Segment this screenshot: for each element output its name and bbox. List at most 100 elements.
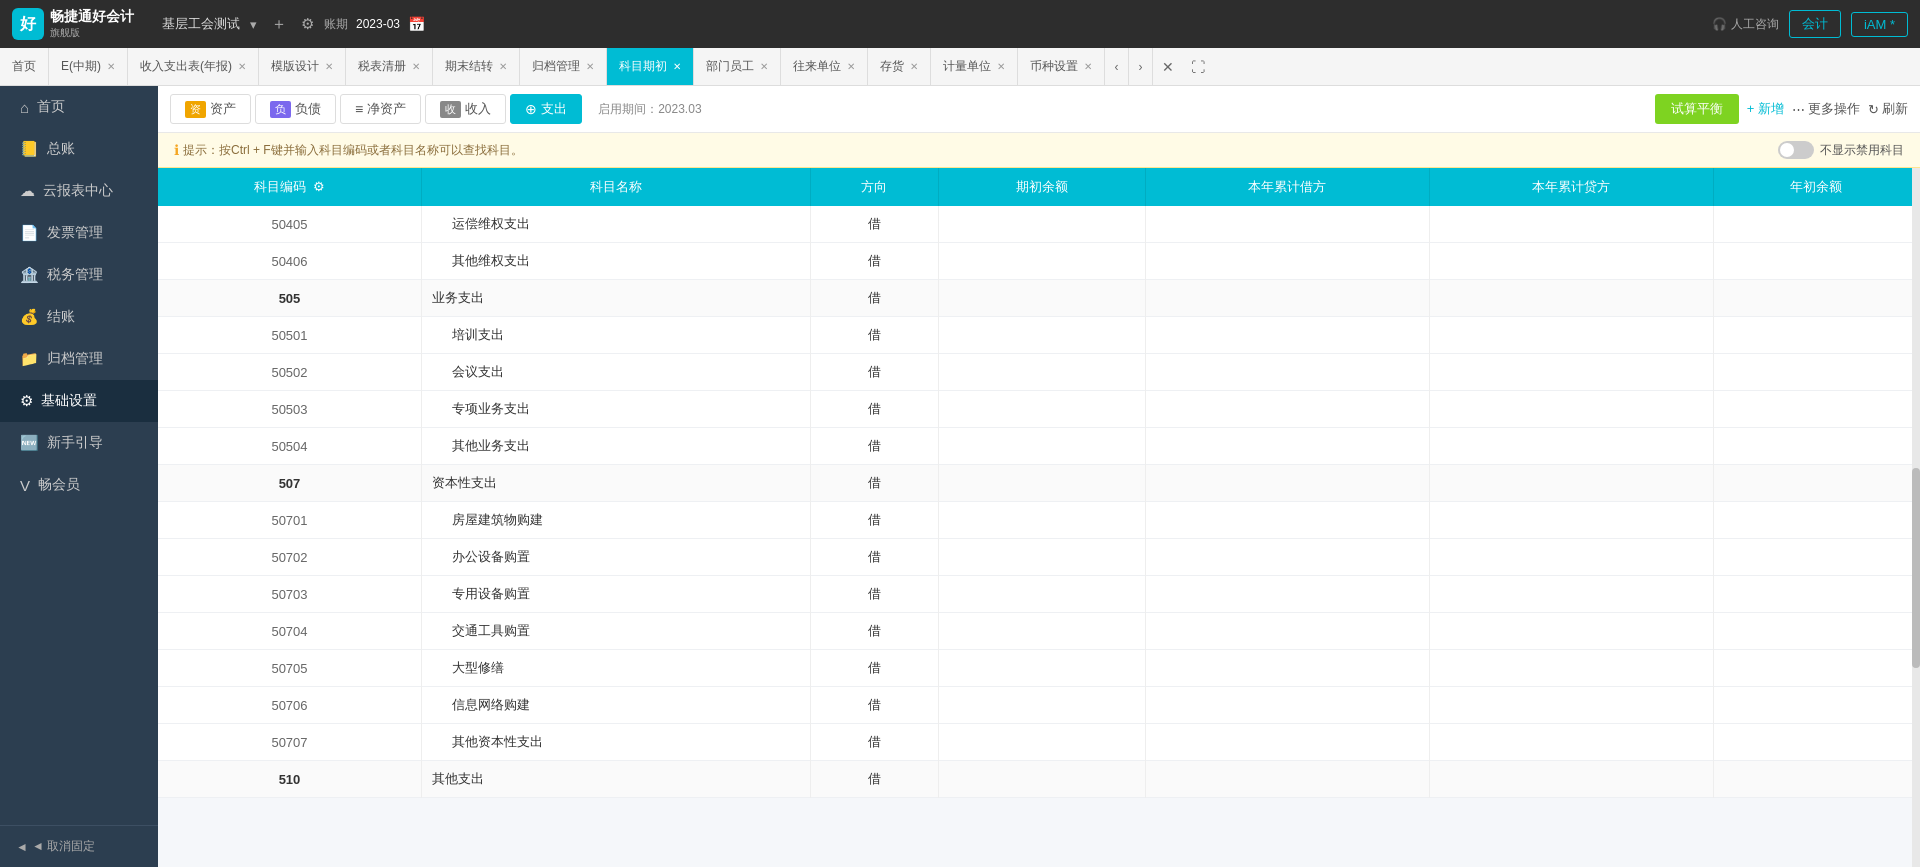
tab-period-end-close[interactable]: ✕ xyxy=(499,61,507,72)
sidebar-item-tax[interactable]: 🏦 税务管理 xyxy=(0,254,158,296)
sidebar-item-invoice[interactable]: 📄 发票管理 xyxy=(0,212,158,254)
tab-unit-close[interactable]: ✕ xyxy=(997,61,1005,72)
table-row[interactable]: 50406 其他维权支出 借 xyxy=(158,243,1920,280)
cell-credit xyxy=(1429,391,1713,428)
tab-balance-mid-close[interactable]: ✕ xyxy=(107,61,115,72)
tab-prev-button[interactable]: ‹ xyxy=(1105,48,1129,85)
table-row[interactable]: 50704 交通工具购置 借 xyxy=(158,613,1920,650)
settings-icon[interactable]: ⚙ xyxy=(301,15,314,33)
tab-close-all-button[interactable]: ✕ xyxy=(1153,48,1183,85)
sidebar-item-tax-label: 税务管理 xyxy=(47,266,103,284)
more-actions-button[interactable]: ⋯ 更多操作 xyxy=(1792,100,1860,118)
cell-name: 其他业务支出 xyxy=(421,428,810,465)
tab-tax[interactable]: 税表清册 ✕ xyxy=(346,48,433,85)
cell-balance xyxy=(939,465,1145,502)
sidebar-collapse-button[interactable]: ◄ ◄ 取消固定 xyxy=(0,825,158,867)
cell-debit xyxy=(1145,317,1429,354)
tab-currency[interactable]: 币种设置 ✕ xyxy=(1018,48,1105,85)
app-logo-text: 畅捷通好会计 xyxy=(50,8,134,26)
cell-direction: 借 xyxy=(810,317,939,354)
iam-button[interactable]: iAM * xyxy=(1851,12,1908,37)
sidebar-item-ledger[interactable]: 📒 总账 xyxy=(0,128,158,170)
table-row[interactable]: 507 资本性支出 借 xyxy=(158,465,1920,502)
add-company-icon[interactable]: ＋ xyxy=(271,14,287,35)
tab-archive-close[interactable]: ✕ xyxy=(586,61,594,72)
sidebar-item-archive[interactable]: 📁 归档管理 xyxy=(0,338,158,380)
tab-inventory[interactable]: 存货 ✕ xyxy=(868,48,931,85)
sidebar-item-cloud-report[interactable]: ☁ 云报表中心 xyxy=(0,170,158,212)
calc-balance-button[interactable]: 试算平衡 xyxy=(1655,94,1739,124)
sidebar-item-home[interactable]: ⌂ 首页 xyxy=(0,86,158,128)
account-button[interactable]: 会计 xyxy=(1789,10,1841,38)
sidebar-item-basic[interactable]: ⚙ 基础设置 xyxy=(0,380,158,422)
sidebar-item-guide[interactable]: 🆕 新手引导 xyxy=(0,422,158,464)
tab-income-annual[interactable]: 收入支出表(年报) ✕ xyxy=(128,48,259,85)
service-button[interactable]: 🎧 人工咨询 xyxy=(1712,16,1779,33)
table-row[interactable]: 50502 会议支出 借 xyxy=(158,354,1920,391)
subtab-expense[interactable]: ⊕ 支出 xyxy=(510,94,582,124)
subtab-liability[interactable]: 负 负债 xyxy=(255,94,336,124)
tab-income-annual-close[interactable]: ✕ xyxy=(238,61,246,72)
tab-subject-init-close[interactable]: ✕ xyxy=(673,61,681,72)
tab-balance-mid[interactable]: E(中期) ✕ xyxy=(49,48,128,85)
tab-archive[interactable]: 归档管理 ✕ xyxy=(520,48,607,85)
cell-name: 资本性支出 xyxy=(421,465,810,502)
tab-dept-staff[interactable]: 部门员工 ✕ xyxy=(694,48,781,85)
table-row[interactable]: 510 其他支出 借 xyxy=(158,761,1920,798)
sub-tab-bar: 资 资产 负 负债 ≡ 净资产 收 收入 ⊕ 支出 启用期间：2023.03 试… xyxy=(158,86,1920,133)
subtab-net-asset[interactable]: ≡ 净资产 xyxy=(340,94,421,124)
tab-subject-init[interactable]: 科目期初 ✕ xyxy=(607,48,694,85)
table-row[interactable]: 505 业务支出 借 xyxy=(158,280,1920,317)
sidebar-item-member[interactable]: V 畅会员 xyxy=(0,464,158,506)
refresh-icon: ↻ xyxy=(1868,102,1879,117)
table-row[interactable]: 50504 其他业务支出 借 xyxy=(158,428,1920,465)
table-row[interactable]: 50707 其他资本性支出 借 xyxy=(158,724,1920,761)
cell-code: 50501 xyxy=(158,317,421,354)
tab-next-button[interactable]: › xyxy=(1129,48,1153,85)
tab-inventory-close[interactable]: ✕ xyxy=(910,61,918,72)
settle-icon: 💰 xyxy=(20,308,39,326)
sidebar-item-cloud-report-label: 云报表中心 xyxy=(43,182,113,200)
tab-currency-close[interactable]: ✕ xyxy=(1084,61,1092,72)
refresh-button[interactable]: ↻ 刷新 xyxy=(1868,100,1908,118)
cell-balance xyxy=(939,354,1145,391)
subtab-income[interactable]: 收 收入 xyxy=(425,94,506,124)
tab-dept-staff-close[interactable]: ✕ xyxy=(760,61,768,72)
tab-customer-close[interactable]: ✕ xyxy=(847,61,855,72)
company-dropdown-icon[interactable]: ▾ xyxy=(250,17,257,32)
table-row[interactable]: 50501 培训支出 借 xyxy=(158,317,1920,354)
tab-home[interactable]: 首页 xyxy=(0,48,49,85)
tab-template-close[interactable]: ✕ xyxy=(325,61,333,72)
table-row[interactable]: 50703 专用设备购置 借 xyxy=(158,576,1920,613)
invoice-icon: 📄 xyxy=(20,224,39,242)
table-row[interactable]: 50706 信息网络购建 借 xyxy=(158,687,1920,724)
table-row[interactable]: 50701 房屋建筑物购建 借 xyxy=(158,502,1920,539)
scrollbar-thumb[interactable] xyxy=(1912,468,1920,668)
sidebar-item-settle-label: 结账 xyxy=(47,308,75,326)
toggle-disabled-subjects[interactable] xyxy=(1778,141,1814,159)
tab-template[interactable]: 模版设计 ✕ xyxy=(259,48,346,85)
tab-customer[interactable]: 往来单位 ✕ xyxy=(781,48,868,85)
cell-name: 专项业务支出 xyxy=(421,391,810,428)
table-row[interactable]: 50405 运偿维权支出 借 xyxy=(158,206,1920,243)
cell-code: 50701 xyxy=(158,502,421,539)
cell-code: 50502 xyxy=(158,354,421,391)
toggle-area: 不显示禁用科目 xyxy=(1778,141,1904,159)
sidebar-item-settle[interactable]: 💰 结账 xyxy=(0,296,158,338)
cell-debit xyxy=(1145,724,1429,761)
subtab-asset[interactable]: 资 资产 xyxy=(170,94,251,124)
table-row[interactable]: 50705 大型修缮 借 xyxy=(158,650,1920,687)
table-row[interactable]: 50702 办公设备购置 借 xyxy=(158,539,1920,576)
calendar-icon[interactable]: 📅 xyxy=(408,16,425,32)
tab-tax-close[interactable]: ✕ xyxy=(412,61,420,72)
col-settings-icon[interactable]: ⚙ xyxy=(313,179,325,194)
tab-unit[interactable]: 计量单位 ✕ xyxy=(931,48,1018,85)
table-header-row: 科目编码 ⚙ 科目名称 方向 期初余额 本年累计借方 本年累计贷方 年初余额 xyxy=(158,168,1920,206)
cell-debit xyxy=(1145,280,1429,317)
cell-year-balance xyxy=(1713,354,1919,391)
add-button[interactable]: + 新增 xyxy=(1747,100,1784,118)
tab-period-end[interactable]: 期末结转 ✕ xyxy=(433,48,520,85)
tab-expand-button[interactable]: ⛶ xyxy=(1183,48,1213,85)
info-icon: ℹ xyxy=(174,142,179,158)
table-row[interactable]: 50503 专项业务支出 借 xyxy=(158,391,1920,428)
